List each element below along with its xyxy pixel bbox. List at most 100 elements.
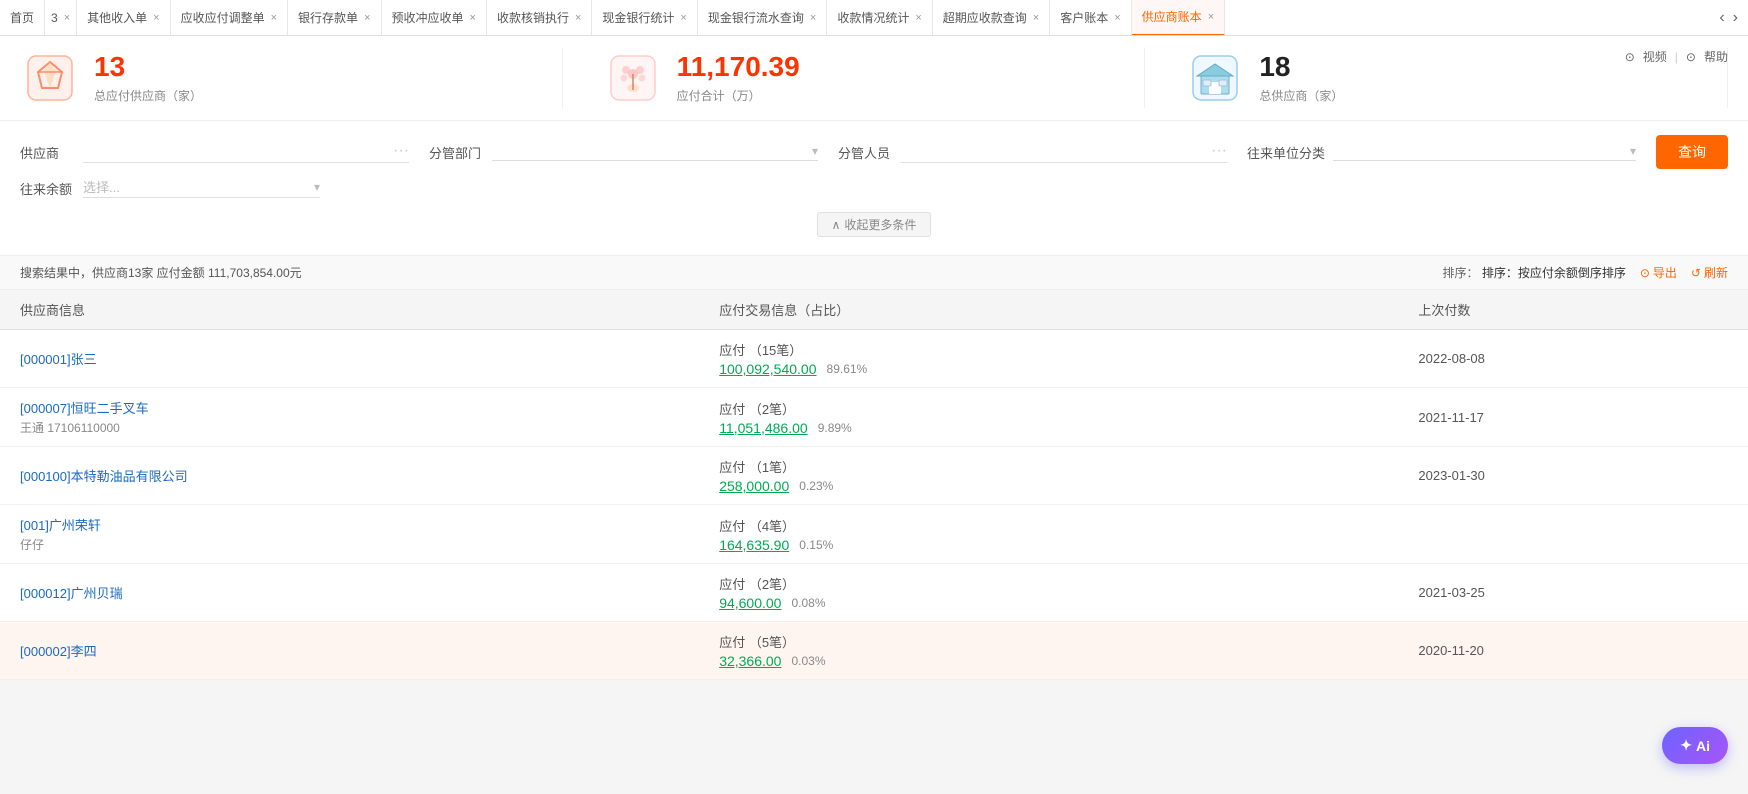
query-button[interactable]: 查询: [1656, 135, 1728, 169]
dots-icon-supplier[interactable]: ···: [393, 142, 409, 160]
search-input-balance[interactable]: [83, 180, 310, 195]
close-tab-other-income[interactable]: ×: [153, 12, 159, 24]
tx-bottom-2: 258,000.000.23%: [719, 478, 1378, 494]
amount-link-5[interactable]: 32,366.00: [719, 653, 781, 669]
amount-link-0[interactable]: 100,092,540.00: [719, 361, 816, 377]
search-input-category[interactable]: [1333, 143, 1626, 158]
close-tab-receipt-stat[interactable]: ×: [915, 12, 921, 24]
close-tab-customer-ledger[interactable]: ×: [1114, 12, 1120, 24]
tx-count-5: （5笔）: [749, 635, 795, 650]
supplier-link-4[interactable]: [000012]广州贝瑞: [20, 586, 123, 601]
stat-total-suppliers-label: 总供应商（家）: [1259, 87, 1343, 104]
stats-bar: 13 总应付供应商（家） 11,170.39 应付合计（万）: [0, 36, 1748, 121]
nav-tab-other-income[interactable]: 其他收入单 ×: [77, 0, 170, 36]
amount-link-4[interactable]: 94,600.00: [719, 595, 781, 611]
close-tab-receipt-verify[interactable]: ×: [575, 12, 581, 24]
pct-0: 89.61%: [817, 362, 868, 376]
close-tab-cash-stat[interactable]: ×: [680, 12, 686, 24]
table-row: [000007]恒旺二手叉车王通 17106110000 应付 （2笔） 11,05…: [0, 388, 1748, 447]
nav-tab-receipt-verify[interactable]: 收款核销执行 ×: [487, 0, 592, 36]
nav-tab-customer-ledger[interactable]: 客户账本 ×: [1050, 0, 1131, 36]
close-tab-bank-deposit[interactable]: ×: [364, 12, 370, 24]
refresh-icon: ↺: [1691, 266, 1701, 280]
nav-tab-ar-ap-adjust-label: 应收应付调整单: [181, 9, 265, 26]
close-tab-overdue-ar[interactable]: ×: [1033, 12, 1039, 24]
search-input-dept[interactable]: [492, 143, 808, 158]
pct-1: 9.89%: [808, 421, 852, 435]
table-row: [000012]广州贝瑞应付 （2笔）94,600.000.08%2021-03…: [0, 564, 1748, 622]
amount-link-2[interactable]: 258,000.00: [719, 478, 789, 494]
pct-3: 0.15%: [789, 538, 833, 552]
search-input-supplier[interactable]: [83, 143, 389, 158]
amount-link-1[interactable]: 11,051,486.00: [719, 420, 808, 436]
cell-supplier-5: [000002]李四: [0, 622, 699, 680]
nav-tab-supplier-ledger[interactable]: 供应商账本 ×: [1132, 0, 1225, 36]
table-row: [001]广州荣轩仔仔应付 （4笔）164,635.900.15%: [0, 505, 1748, 564]
cell-supplier-1: [000007]恒旺二手叉车王通 17106110000: [0, 388, 699, 447]
result-summary: 搜索结果中，供应商13家 应付金额 111,703,854.00元: [20, 264, 302, 281]
nav-tab-cash-stat[interactable]: 现金银行统计 ×: [592, 0, 697, 36]
store-icon: [1185, 48, 1245, 108]
nav-tab-3[interactable]: 3 ×: [45, 0, 77, 36]
ai-assistant-button[interactable]: ✦ Ai: [1662, 727, 1728, 764]
stat-payable-suppliers-label: 总应付供应商（家）: [94, 87, 202, 104]
tx-label-5: 应付: [719, 635, 749, 650]
supplier-link-2[interactable]: [000100]本特勒油品有限公司: [20, 469, 188, 484]
supplier-link-1[interactable]: [000007]恒旺二手叉车: [20, 401, 149, 416]
nav-scroll-arrows: ‹ ›: [1709, 9, 1748, 27]
tx-label-0: 应付: [719, 343, 749, 358]
nav-tab-overdue-ar[interactable]: 超期应收款查询 ×: [933, 0, 1050, 36]
nav-tab-home-label: 首页: [10, 9, 34, 26]
nav-arrow-right[interactable]: ›: [1729, 9, 1742, 27]
nav-tab-receipt-stat[interactable]: 收款情况统计 ×: [827, 0, 932, 36]
nav-arrow-left[interactable]: ‹: [1715, 9, 1728, 27]
search-field-category: 往来单位分类 ▾: [1247, 143, 1636, 162]
result-actions: 排序： 排序：按应付余额倒序排序 ⊙ 导出 ↺ 刷新: [1442, 264, 1728, 281]
search-field-balance: 往来余额 ▾: [20, 179, 320, 198]
nav-tab-cash-flow[interactable]: 现金银行流水查询 ×: [698, 0, 827, 36]
tx-label-2: 应付: [719, 460, 749, 475]
dots-icon-person[interactable]: ···: [1211, 142, 1227, 160]
close-tab-ar-ap-adjust[interactable]: ×: [271, 12, 277, 24]
tx-top-5: 应付 （5笔）: [719, 632, 1378, 651]
export-button[interactable]: ⊙ 导出: [1640, 264, 1677, 281]
refresh-button[interactable]: ↺ 刷新: [1691, 264, 1728, 281]
nav-tab-supplier-ledger-label: 供应商账本: [1142, 8, 1202, 25]
help-link[interactable]: 帮助: [1704, 48, 1728, 65]
refresh-label: 刷新: [1704, 264, 1728, 281]
supplier-link-5[interactable]: [000002]李四: [20, 644, 97, 659]
supplier-link-0[interactable]: [000001]张三: [20, 352, 97, 367]
nav-tab-ar-ap-adjust[interactable]: 应收应付调整单 ×: [171, 0, 288, 36]
nav-tab-home[interactable]: 首页: [0, 0, 45, 36]
sort-prefix: 排序：: [1442, 266, 1478, 280]
search-label-dept: 分管部门: [429, 143, 484, 162]
nav-tab-advance-ar[interactable]: 预收冲应收单 ×: [382, 0, 487, 36]
video-link[interactable]: 视频: [1643, 48, 1667, 65]
search-label-category: 往来单位分类: [1247, 143, 1325, 162]
dropdown-icon-balance[interactable]: ▾: [314, 180, 320, 194]
nav-tab-bank-deposit[interactable]: 银行存款单 ×: [288, 0, 381, 36]
collapse-button-label: 收起更多条件: [844, 216, 916, 233]
close-tab-cash-flow[interactable]: ×: [810, 12, 816, 24]
tx-top-3: 应付 （4笔）: [719, 516, 1378, 535]
amount-link-3[interactable]: 164,635.90: [719, 537, 789, 553]
stat-payable-amount-info: 11,170.39 应付合计（万）: [677, 52, 800, 104]
dropdown-icon-category[interactable]: ▾: [1630, 144, 1636, 158]
sort-value[interactable]: 排序：按应付余额倒序排序: [1482, 266, 1626, 280]
tx-count-1: （2笔）: [749, 402, 795, 417]
collapse-button[interactable]: ∧ 收起更多条件: [817, 212, 932, 237]
close-tab-supplier-ledger[interactable]: ×: [1208, 11, 1214, 23]
search-label-supplier: 供应商: [20, 143, 75, 162]
supplier-link-3[interactable]: [001]广州荣轩: [20, 518, 101, 533]
table-row: [000001]张三应付 （15笔）100,092,540.0089.61%20…: [0, 330, 1748, 388]
search-row-2: 往来余额 ▾: [20, 179, 320, 198]
stat-payable-amount-number: 11,170.39: [677, 52, 800, 83]
close-tab-3[interactable]: ×: [64, 12, 70, 24]
dropdown-icon-dept[interactable]: ▾: [812, 144, 818, 158]
col-header-last-pay: 上次付数: [1398, 290, 1748, 330]
stat-total-suppliers-number: 18: [1259, 52, 1343, 83]
search-input-person[interactable]: [901, 143, 1207, 158]
tx-top-1: 应付 （2笔）: [719, 399, 1378, 418]
close-tab-advance-ar[interactable]: ×: [470, 12, 476, 24]
supplier-sub-1: 王通 17106110000: [20, 419, 679, 436]
